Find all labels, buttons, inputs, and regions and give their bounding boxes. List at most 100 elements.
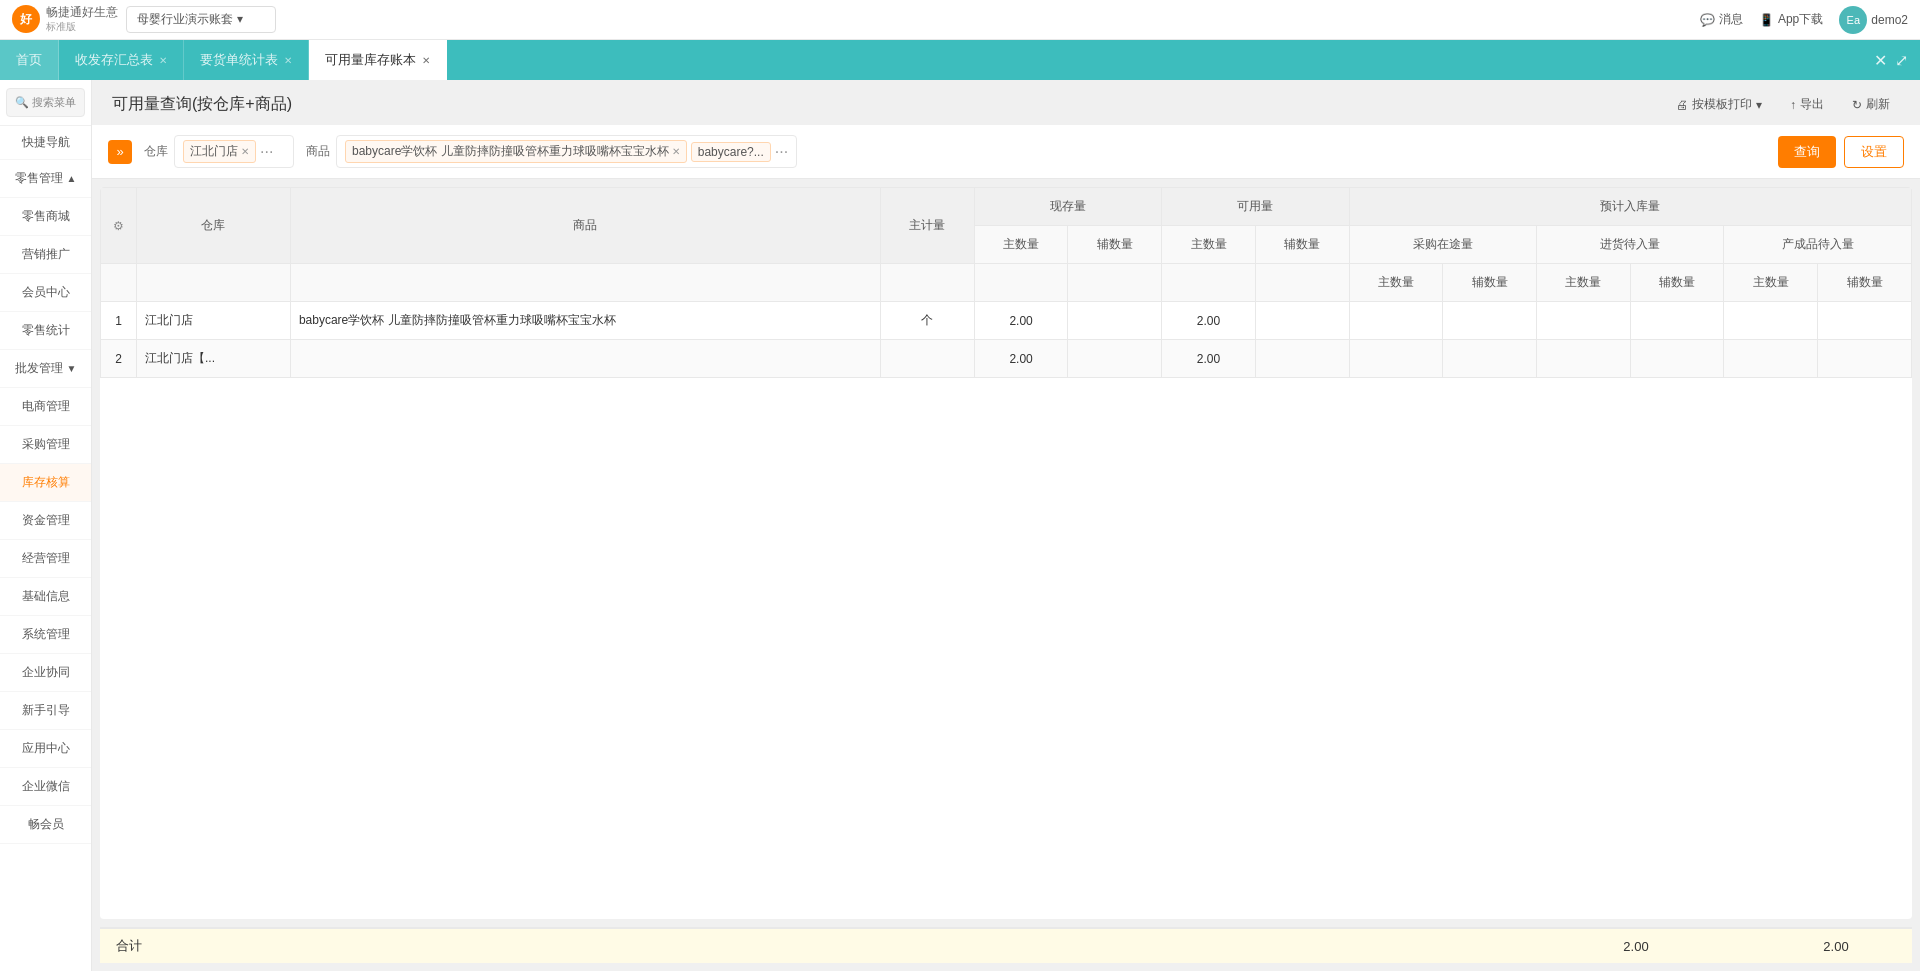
settings-btn[interactable]: 设置 <box>1844 136 1904 168</box>
sidebar-item-member[interactable]: 会员中心 <box>0 274 91 312</box>
total-current-main: 2.00 <box>1576 939 1696 954</box>
tab-available-stock-close[interactable]: ✕ <box>422 55 430 66</box>
sidebar-item-wholesale-label: 批发管理 <box>15 360 63 377</box>
filter-bar: » 仓库 江北门店 ✕ ··· 商品 babycare学饮杯 儿童防摔防撞吸管杯… <box>92 125 1920 179</box>
sidebar-item-enterprise-wechat-label: 企业微信 <box>22 779 70 793</box>
sidebar-item-wholesale[interactable]: 批发管理 ▼ <box>0 350 91 388</box>
product-input[interactable]: babycare学饮杯 儿童防摔防撞吸管杯重力球吸嘴杯宝宝水杯 ✕ babyca… <box>336 135 797 168</box>
sidebar-item-base-info-label: 基础信息 <box>22 589 70 603</box>
print-label: 按模板打印 <box>1692 96 1752 113</box>
cell-goods-pending-main <box>1537 302 1631 340</box>
product-tag-1-close[interactable]: ✕ <box>672 146 680 157</box>
warehouse-input[interactable]: 江北门店 ✕ ··· <box>174 135 294 168</box>
col-finished-sub: 辅数量 <box>1818 264 1912 302</box>
sidebar-item-app-center[interactable]: 应用中心 <box>0 730 91 768</box>
product-more-icon[interactable]: ··· <box>775 143 788 161</box>
search-menu-btn[interactable]: 🔍 搜索菜单 <box>6 88 85 117</box>
table-header-row-3: 主数量 辅数量 主数量 辅数量 主数量 辅数量 <box>101 264 1912 302</box>
col-empty-5 <box>974 264 1068 302</box>
cell-group-finished-pending-sub <box>1818 340 1912 378</box>
sidebar-item-online-store[interactable]: 零售商城 <box>0 198 91 236</box>
sidebar-item-sys-mgmt[interactable]: 系统管理 <box>0 616 91 654</box>
cell-group-current-sub <box>1068 340 1162 378</box>
sidebar-item-purchase-label: 采购管理 <box>22 437 70 451</box>
col-current-stock-header: 现存量 <box>974 188 1161 226</box>
sidebar-item-inventory-label: 库存核算 <box>22 475 70 489</box>
cell-available-sub <box>1255 302 1349 340</box>
total-available-main: 2.00 <box>1776 939 1896 954</box>
warehouse-tag-close[interactable]: ✕ <box>241 146 249 157</box>
cell-group-available-main: 2.00 <box>1162 340 1256 378</box>
sidebar-item-marketing[interactable]: 营销推广 <box>0 236 91 274</box>
sidebar-item-inventory[interactable]: 库存核算 <box>0 464 91 502</box>
cell-warehouse: 江北门店 <box>137 302 291 340</box>
col-empty-7 <box>1162 264 1256 302</box>
logo-text: 畅捷通好生意 <box>46 5 118 19</box>
sidebar-item-enterprise[interactable]: 企业协同 <box>0 654 91 692</box>
template-label: 母婴行业演示账套 <box>137 11 233 28</box>
product-tag-2-value: babycare?... <box>698 145 764 159</box>
cell-current-sub <box>1068 302 1162 340</box>
tab-order-stats-close[interactable]: ✕ <box>284 55 292 66</box>
sidebar-item-retail-stats[interactable]: 零售统计 <box>0 312 91 350</box>
page-header: 可用量查询(按仓库+商品) 🖨 按模板打印 ▾ ↑ 导出 ↻ 刷新 <box>92 80 1920 125</box>
more-icon[interactable]: ··· <box>260 143 273 161</box>
sidebar-item-member-plan[interactable]: 畅会员 <box>0 806 91 844</box>
product-tag-1: babycare学饮杯 儿童防摔防撞吸管杯重力球吸嘴杯宝宝水杯 ✕ <box>345 140 687 163</box>
cell-goods-pending-sub <box>1630 302 1724 340</box>
cell-group-finished-pending-main <box>1724 340 1818 378</box>
chevron-down-icon-wholesale: ▼ <box>67 363 77 374</box>
print-btn[interactable]: 🖨 按模板打印 ▾ <box>1666 92 1772 117</box>
col-empty-6 <box>1068 264 1162 302</box>
col-settings-header[interactable]: ⚙ <box>101 188 137 264</box>
sidebar-item-new-guide[interactable]: 新手引导 <box>0 692 91 730</box>
message-label: 消息 <box>1719 11 1743 28</box>
cell-group-available-sub <box>1255 340 1349 378</box>
template-selector[interactable]: 母婴行业演示账套 ▾ <box>126 6 276 33</box>
data-table: ⚙ 仓库 商品 主计量 现存量 <box>100 187 1912 378</box>
col-empty-4 <box>881 264 975 302</box>
logo-area: 好 畅捷通好生意 标准版 <box>12 5 118 33</box>
product-label: 商品 <box>306 143 330 160</box>
app-download-btn[interactable]: 📱 App下载 <box>1759 11 1823 28</box>
sidebar-item-enterprise-wechat[interactable]: 企业微信 <box>0 768 91 806</box>
cell-product: babycare学饮杯 儿童防摔防撞吸管杯重力球吸嘴杯宝宝水杯 <box>290 302 880 340</box>
user-area[interactable]: Ea demo2 <box>1839 6 1908 34</box>
message-btn[interactable]: 💬 消息 <box>1700 11 1743 28</box>
cell-group-goods-pending-sub <box>1630 340 1724 378</box>
query-btn[interactable]: 查询 <box>1778 136 1836 168</box>
tab-order-stats-label: 要货单统计表 <box>200 51 278 69</box>
tab-receipt-summary-close[interactable]: ✕ <box>159 55 167 66</box>
tab-available-stock[interactable]: 可用量库存账本 ✕ <box>309 40 447 80</box>
tab-close-all-btn[interactable]: ✕ <box>1874 51 1887 70</box>
col-current-sub-header: 辅数量 <box>1068 226 1162 264</box>
cell-group-current-main: 2.00 <box>974 340 1068 378</box>
col-finished-pending-label: 产成品待入量 <box>1724 226 1912 264</box>
logo-sub: 标准版 <box>46 20 118 34</box>
table-wrapper: ⚙ 仓库 商品 主计量 现存量 <box>100 187 1912 919</box>
export-btn[interactable]: ↑ 导出 <box>1780 92 1834 117</box>
sidebar-item-quick-nav[interactable]: 快捷导航 <box>0 126 91 160</box>
warehouse-tag-value: 江北门店 <box>190 143 238 160</box>
chevron-up-icon: ▲ <box>67 173 77 184</box>
tab-expand-btn[interactable]: ⤢ <box>1895 51 1908 70</box>
filter-toggle-btn[interactable]: » <box>108 140 132 164</box>
product-tag-2: babycare?... <box>691 142 771 162</box>
tab-order-stats[interactable]: 要货单统计表 ✕ <box>184 40 309 80</box>
sidebar-item-operation[interactable]: 经营管理 <box>0 540 91 578</box>
settings-icon[interactable]: ⚙ <box>113 219 124 233</box>
sidebar-item-new-guide-label: 新手引导 <box>22 703 70 717</box>
col-empty-2 <box>137 264 291 302</box>
refresh-btn[interactable]: ↻ 刷新 <box>1842 92 1900 117</box>
col-purchase-sub: 辅数量 <box>1443 264 1537 302</box>
avatar-initials: Ea <box>1847 14 1860 26</box>
header-right: 💬 消息 📱 App下载 Ea demo2 <box>1700 6 1908 34</box>
sidebar-item-base-info[interactable]: 基础信息 <box>0 578 91 616</box>
sidebar-item-finance[interactable]: 资金管理 <box>0 502 91 540</box>
tab-home[interactable]: 首页 <box>0 40 59 80</box>
sidebar-item-purchase[interactable]: 采购管理 <box>0 426 91 464</box>
tab-receipt-summary[interactable]: 收发存汇总表 ✕ <box>59 40 184 80</box>
sidebar-item-ecommerce[interactable]: 电商管理 <box>0 388 91 426</box>
table-footer: 合计 2.00 2.00 <box>100 927 1912 963</box>
sidebar-item-zero-sales[interactable]: 零售管理 ▲ <box>0 160 91 198</box>
